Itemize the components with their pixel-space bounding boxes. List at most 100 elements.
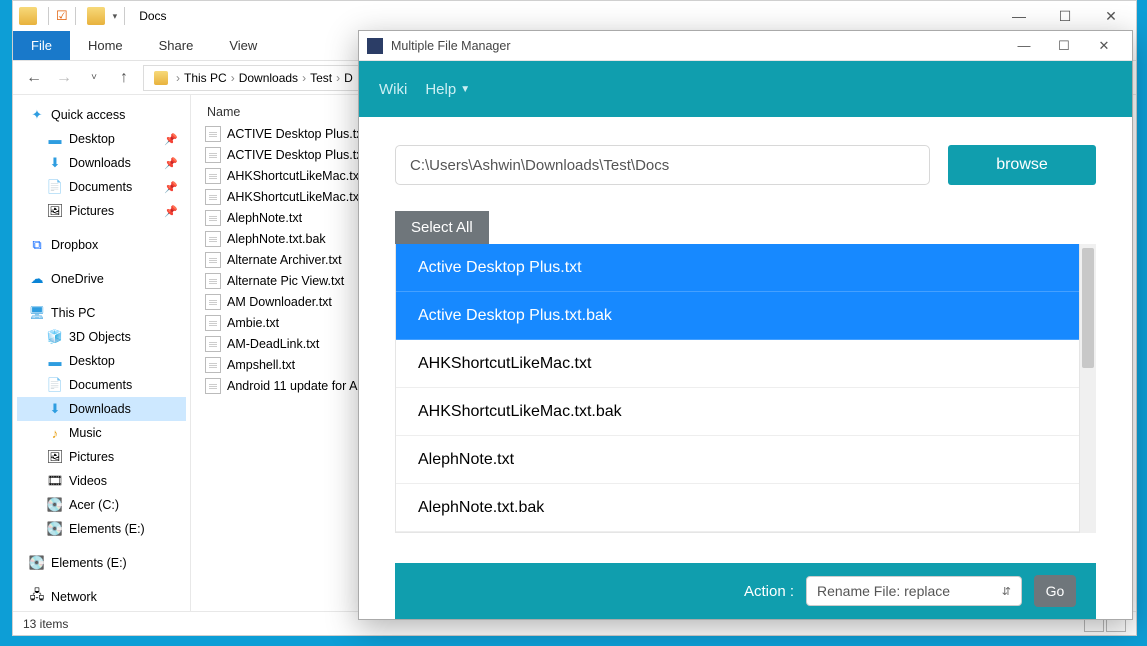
crumb[interactable]: Test xyxy=(310,71,332,85)
file-icon xyxy=(205,168,221,184)
list-item[interactable]: Active Desktop Plus.txt xyxy=(396,244,1079,292)
up-button[interactable]: ↑ xyxy=(113,67,135,89)
tree-documents[interactable]: 📄Documents📌 xyxy=(17,175,186,199)
file-name: Alternate Archiver.txt xyxy=(227,253,342,267)
crumb[interactable]: D xyxy=(344,71,353,85)
file-name: Alternate Pic View.txt xyxy=(227,274,344,288)
file-icon xyxy=(205,357,221,373)
back-button[interactable]: ← xyxy=(23,67,45,89)
cloud-icon: ☁ xyxy=(29,271,45,287)
tab-home[interactable]: Home xyxy=(70,31,141,60)
file-list[interactable]: Active Desktop Plus.txtActive Desktop Pl… xyxy=(395,244,1080,533)
tree-this-pc[interactable]: 🖥This PC xyxy=(17,301,186,325)
desktop-icon: ▬ xyxy=(47,353,63,369)
qat-dropdown-icon[interactable]: ▾ xyxy=(113,11,118,22)
file-name: AM Downloader.txt xyxy=(227,295,332,309)
window-title: Multiple File Manager xyxy=(391,39,511,53)
scrollbar-thumb[interactable] xyxy=(1082,248,1094,368)
tree-downloads[interactable]: ⬇Downloads xyxy=(17,397,186,421)
file-icon xyxy=(205,189,221,205)
list-item[interactable]: AHKShortcutLikeMac.txt.bak xyxy=(396,388,1079,436)
tree-quick-access[interactable]: ✦Quick access xyxy=(17,103,186,127)
nav-tree[interactable]: ✦Quick access ▬Desktop📌 ⬇Downloads📌 📄Doc… xyxy=(13,95,191,611)
file-icon xyxy=(205,294,221,310)
close-button[interactable]: ✕ xyxy=(1088,1,1134,31)
window-title: Docs xyxy=(139,9,166,23)
folder-icon xyxy=(87,7,105,25)
action-selected-value: Rename File: replace xyxy=(817,583,950,599)
chevron-down-icon: ▼ xyxy=(460,84,470,95)
list-item[interactable]: AHKShortcutLikeMac.txt xyxy=(396,340,1079,388)
app-icon xyxy=(367,38,383,54)
tab-file[interactable]: File xyxy=(13,31,70,60)
directory-input[interactable] xyxy=(395,145,930,185)
explorer-titlebar[interactable]: ☑ ▾ Docs — ☐ ✕ xyxy=(13,1,1136,31)
recent-dropdown-icon[interactable]: ˅ xyxy=(83,67,105,89)
documents-icon: 📄 xyxy=(47,179,63,195)
minimize-button[interactable]: — xyxy=(996,1,1042,31)
manager-window: Multiple File Manager — ☐ ✕ Wiki Help▼ b… xyxy=(358,30,1133,620)
download-icon: ⬇ xyxy=(47,155,63,171)
select-arrows-icon: ⇵ xyxy=(1002,585,1011,598)
pc-icon: 🖥 xyxy=(29,305,45,321)
maximize-button[interactable]: ☐ xyxy=(1044,31,1084,61)
drive-icon: 💽 xyxy=(47,497,63,513)
menu-help[interactable]: Help▼ xyxy=(425,81,470,98)
pin-icon: 📌 xyxy=(164,205,178,218)
tree-pictures[interactable]: 🖼Pictures📌 xyxy=(17,199,186,223)
select-all-button[interactable]: Select All xyxy=(395,211,489,244)
file-icon xyxy=(205,273,221,289)
tree-drive-e[interactable]: 💽Elements (E:) xyxy=(17,517,186,541)
folder-icon xyxy=(19,7,37,25)
folder-icon xyxy=(154,71,168,85)
download-icon: ⬇ xyxy=(47,401,63,417)
network-icon: 🖧 xyxy=(29,589,45,605)
minimize-button[interactable]: — xyxy=(1004,31,1044,61)
tree-onedrive[interactable]: ☁OneDrive xyxy=(17,267,186,291)
pin-icon: 📌 xyxy=(164,157,178,170)
list-item[interactable]: AlephNote.txt.bak xyxy=(396,484,1079,532)
tab-view[interactable]: View xyxy=(211,31,275,60)
tree-pictures[interactable]: 🖼Pictures xyxy=(17,445,186,469)
forward-button[interactable]: → xyxy=(53,67,75,89)
file-name: Ambie.txt xyxy=(227,316,279,330)
tree-videos[interactable]: 🎞Videos xyxy=(17,469,186,493)
tab-share[interactable]: Share xyxy=(141,31,212,60)
file-name: AHKShortcutLikeMac.txt.ba xyxy=(227,190,380,204)
file-icon xyxy=(205,378,221,394)
checkbox-icon[interactable]: ☑ xyxy=(56,8,68,24)
tree-documents[interactable]: 📄Documents xyxy=(17,373,186,397)
go-button[interactable]: Go xyxy=(1034,575,1076,607)
browse-button[interactable]: browse xyxy=(948,145,1096,185)
file-icon xyxy=(205,231,221,247)
tree-desktop[interactable]: ▬Desktop📌 xyxy=(17,127,186,151)
close-button[interactable]: ✕ xyxy=(1084,31,1124,61)
tree-3d-objects[interactable]: 🧊3D Objects xyxy=(17,325,186,349)
list-item[interactable]: AlephNote.txt xyxy=(396,436,1079,484)
pictures-icon: 🖼 xyxy=(47,203,63,219)
maximize-button[interactable]: ☐ xyxy=(1042,1,1088,31)
crumb[interactable]: This PC xyxy=(184,71,227,85)
dropbox-icon: ⧉ xyxy=(29,237,45,253)
action-select[interactable]: Rename File: replace ⇵ xyxy=(806,576,1022,606)
tree-dropbox[interactable]: ⧉Dropbox xyxy=(17,233,186,257)
file-name: AHKShortcutLikeMac.txt xyxy=(227,169,362,183)
file-icon xyxy=(205,336,221,352)
crumb[interactable]: Downloads xyxy=(239,71,298,85)
file-icon xyxy=(205,315,221,331)
pin-icon: 📌 xyxy=(164,181,178,194)
scrollbar[interactable] xyxy=(1080,244,1096,533)
tree-desktop[interactable]: ▬Desktop xyxy=(17,349,186,373)
tree-music[interactable]: ♪Music xyxy=(17,421,186,445)
manager-titlebar[interactable]: Multiple File Manager — ☐ ✕ xyxy=(359,31,1132,61)
tree-drive-c[interactable]: 💽Acer (C:) xyxy=(17,493,186,517)
drive-icon: 💽 xyxy=(29,555,45,571)
list-item[interactable]: Active Desktop Plus.txt.bak xyxy=(396,292,1079,340)
file-name: Ampshell.txt xyxy=(227,358,295,372)
menu-wiki[interactable]: Wiki xyxy=(379,81,407,98)
tree-network[interactable]: 🖧Network xyxy=(17,585,186,609)
pictures-icon: 🖼 xyxy=(47,449,63,465)
tree-downloads[interactable]: ⬇Downloads📌 xyxy=(17,151,186,175)
tree-drive-e[interactable]: 💽Elements (E:) xyxy=(17,551,186,575)
file-icon xyxy=(205,252,221,268)
